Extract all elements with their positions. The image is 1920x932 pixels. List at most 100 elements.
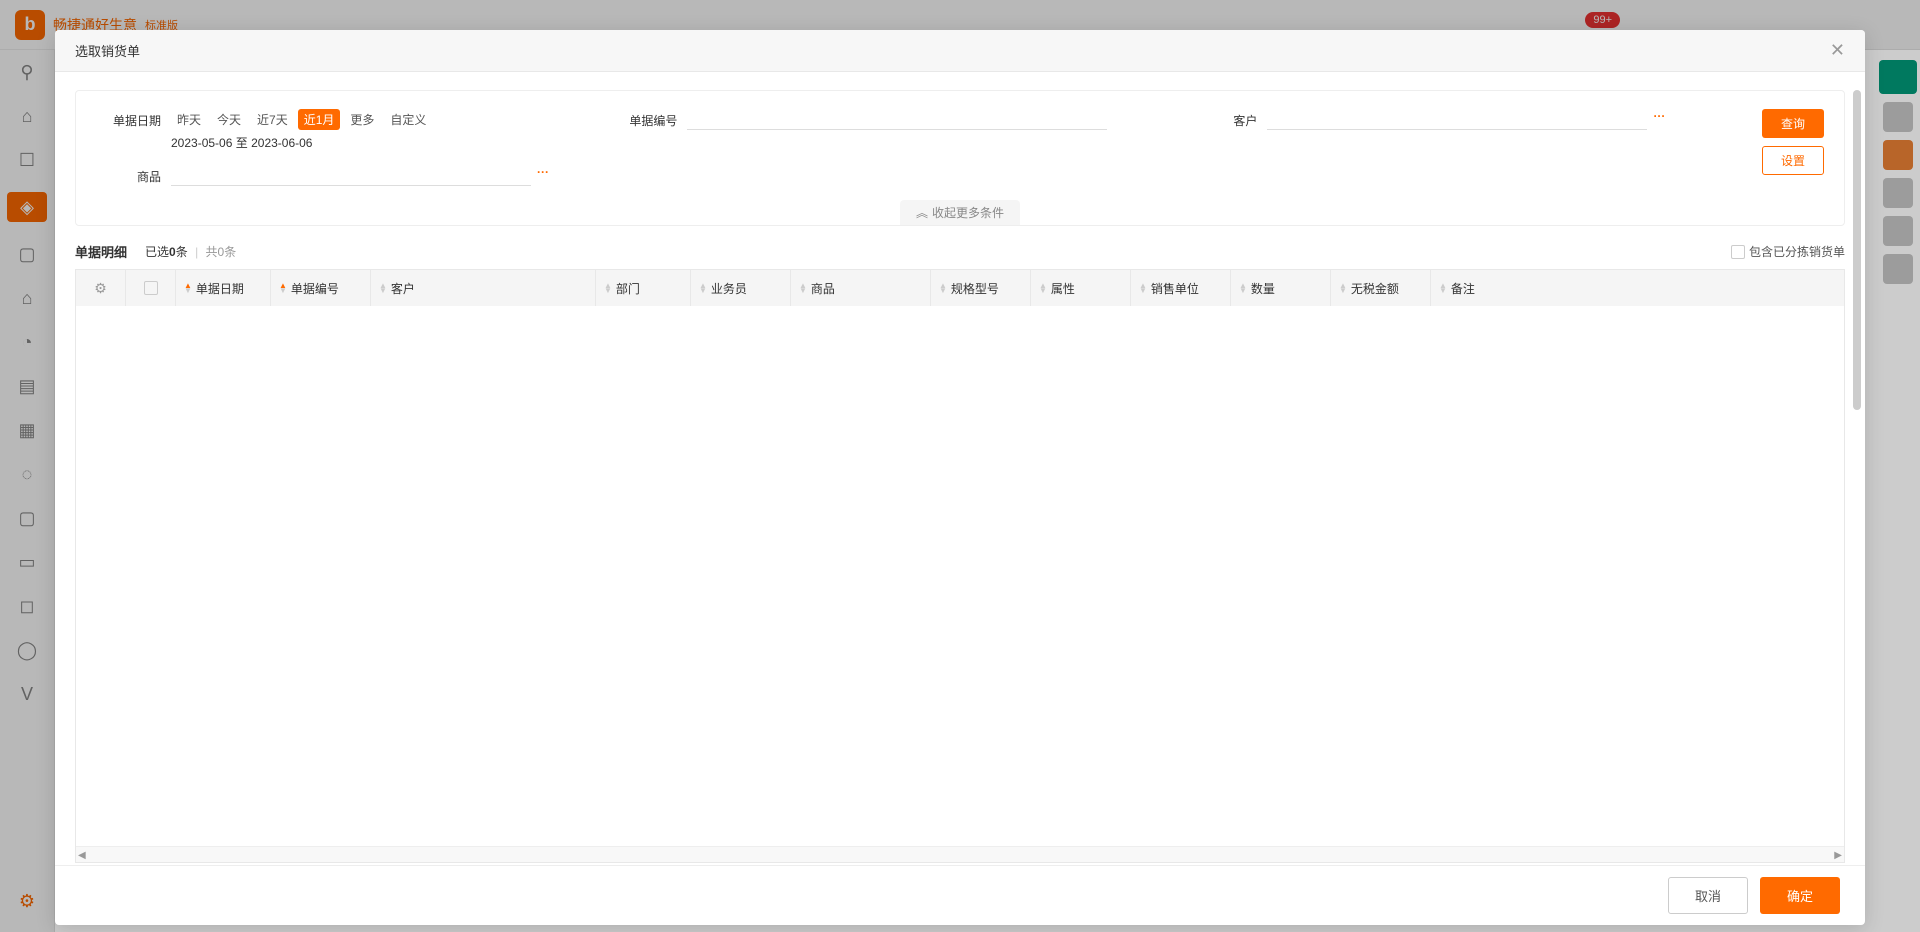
scroll-right-icon: ▶ [1834,850,1842,861]
date-chips: 昨天 今天 近7天 近1月 更多 自定义 [171,109,432,130]
collapse-button[interactable]: ︽ 收起更多条件 [900,200,1020,225]
filter-customer-input[interactable] [1267,109,1647,130]
th-checkbox [126,270,176,306]
th-spec[interactable]: ▲▼ 规格型号 [931,270,1031,306]
th-qty-label: 数量 [1251,280,1275,297]
cancel-button[interactable]: 取消 [1668,877,1748,914]
th-dept-label: 部门 [616,280,640,297]
filter-product-label: 商品 [96,165,171,185]
collapse-bar: ︽ 收起更多条件 [96,200,1824,225]
th-gear[interactable]: ⚙ [76,270,126,306]
th-salesperson[interactable]: ▲▼ 业务员 [691,270,791,306]
th-amount[interactable]: ▲▼ 无税金额 [1331,270,1431,306]
total-count: 共0条 [206,245,237,259]
filter-customer-group: 客户 ··· [1207,109,1665,130]
modal-header: 选取销货单 ✕ [55,30,1865,72]
filter-date-content: 昨天 今天 近7天 近1月 更多 自定义 2023-05-06 至 2023-0… [171,109,432,151]
th-customer-label: 客户 [391,280,415,297]
th-salesperson-label: 业务员 [711,280,747,297]
th-remark[interactable]: ▲▼ 备注 [1431,270,1844,306]
table-header: ⚙ ▲▼ 单据日期 ▲▼ 单据编号 ▲▼ 客户 ▲▼ [76,270,1844,306]
sort-icon: ▲▼ [1139,283,1147,293]
confirm-button[interactable]: 确定 [1760,877,1840,914]
th-qty[interactable]: ▲▼ 数量 [1231,270,1331,306]
detail-header: 单据明细 已选0条 | 共0条 包含已分拣销货单 [75,242,1845,261]
chip-custom[interactable]: 自定义 [384,109,432,130]
filter-customer-label: 客户 [1207,109,1267,129]
th-unit-label: 销售单位 [1151,280,1199,297]
sort-icon: ▲▼ [1039,283,1047,293]
sort-icon: ▲▼ [799,283,807,293]
filter-panel: 单据日期 昨天 今天 近7天 近1月 更多 自定义 2023 [75,90,1845,226]
gear-icon: ⚙ [94,280,107,297]
selected-count: 0 [169,245,176,259]
sort-icon: ▲▼ [699,283,707,293]
filter-row-1: 单据日期 昨天 今天 近7天 近1月 更多 自定义 2023 [96,109,1824,151]
filter-date-label: 单据日期 [96,109,171,129]
chip-today[interactable]: 今天 [211,109,247,130]
sort-icon: ▲▼ [604,283,612,293]
select-sales-order-modal: 选取销货单 ✕ 单据日期 昨天 今天 近7天 [55,30,1865,925]
table-horizontal-scrollbar[interactable]: ◀ ▶ [76,846,1844,862]
select-all-checkbox[interactable] [144,281,158,295]
selected-prefix: 已选 [145,245,169,259]
filter-row-2: 商品 ··· [96,165,1824,186]
filter-docno-input[interactable] [687,109,1107,130]
sort-icon: ▲▼ [379,283,387,293]
th-remark-label: 备注 [1451,280,1475,297]
customer-more-icon[interactable]: ··· [1653,109,1665,123]
modal-title: 选取销货单 [75,41,140,60]
filter-docno-group: 单据编号 [612,109,1107,130]
chip-more[interactable]: 更多 [344,109,380,130]
scroll-left-icon: ◀ [78,850,86,861]
th-docno[interactable]: ▲▼ 单据编号 [271,270,371,306]
detail-right: 包含已分拣销货单 [1731,243,1845,260]
settings-button[interactable]: 设置 [1762,146,1824,175]
product-more-icon[interactable]: ··· [537,165,549,179]
th-attr[interactable]: ▲▼ 属性 [1031,270,1131,306]
table-body-empty [76,306,1844,846]
detail-left: 单据明细 已选0条 | 共0条 [75,242,236,261]
collapse-label: 收起更多条件 [932,204,1004,221]
date-sep: 至 [236,136,248,150]
filter-docno-label: 单据编号 [612,109,687,129]
modal-footer: 取消 确定 [55,865,1865,925]
th-product-label: 商品 [811,280,835,297]
chip-yesterday[interactable]: 昨天 [171,109,207,130]
filter-date-group: 单据日期 昨天 今天 近7天 近1月 更多 自定义 2023 [96,109,432,151]
chip-last7[interactable]: 近7天 [251,109,294,130]
th-amount-label: 无税金额 [1351,280,1399,297]
sort-icon: ▲▼ [1439,283,1447,293]
modal-body: 单据日期 昨天 今天 近7天 近1月 更多 自定义 2023 [55,72,1865,865]
chip-last1m[interactable]: 近1月 [298,109,341,130]
date-to: 2023-06-06 [251,136,312,150]
filter-product-input[interactable] [171,165,531,186]
detail-count: 已选0条 | 共0条 [145,243,236,260]
include-dispatched-checkbox[interactable] [1731,245,1745,259]
th-date[interactable]: ▲▼ 单据日期 [176,270,271,306]
sort-icon: ▲▼ [939,283,947,293]
th-spec-label: 规格型号 [951,280,999,297]
close-icon[interactable]: ✕ [1830,40,1845,61]
th-product[interactable]: ▲▼ 商品 [791,270,931,306]
th-attr-label: 属性 [1051,280,1075,297]
sort-icon: ▲▼ [184,283,192,293]
th-dept[interactable]: ▲▼ 部门 [596,270,691,306]
scrollbar-vertical[interactable] [1853,90,1861,410]
th-docno-label: 单据编号 [291,280,339,297]
filter-actions: 查询 设置 [1762,109,1824,175]
sort-icon: ▲▼ [279,283,287,293]
include-dispatched-label: 包含已分拣销货单 [1749,243,1845,260]
th-customer[interactable]: ▲▼ 客户 [371,270,596,306]
query-button[interactable]: 查询 [1762,109,1824,138]
sort-icon: ▲▼ [1239,283,1247,293]
date-from: 2023-05-06 [171,136,232,150]
table: ⚙ ▲▼ 单据日期 ▲▼ 单据编号 ▲▼ 客户 ▲▼ [75,269,1845,863]
selected-suffix: 条 [176,245,188,259]
th-date-label: 单据日期 [196,280,244,297]
th-unit[interactable]: ▲▼ 销售单位 [1131,270,1231,306]
detail-title: 单据明细 [75,242,127,261]
filter-product-group: 商品 ··· [96,165,549,186]
count-sep: | [195,245,198,259]
sort-icon: ▲▼ [1339,283,1347,293]
